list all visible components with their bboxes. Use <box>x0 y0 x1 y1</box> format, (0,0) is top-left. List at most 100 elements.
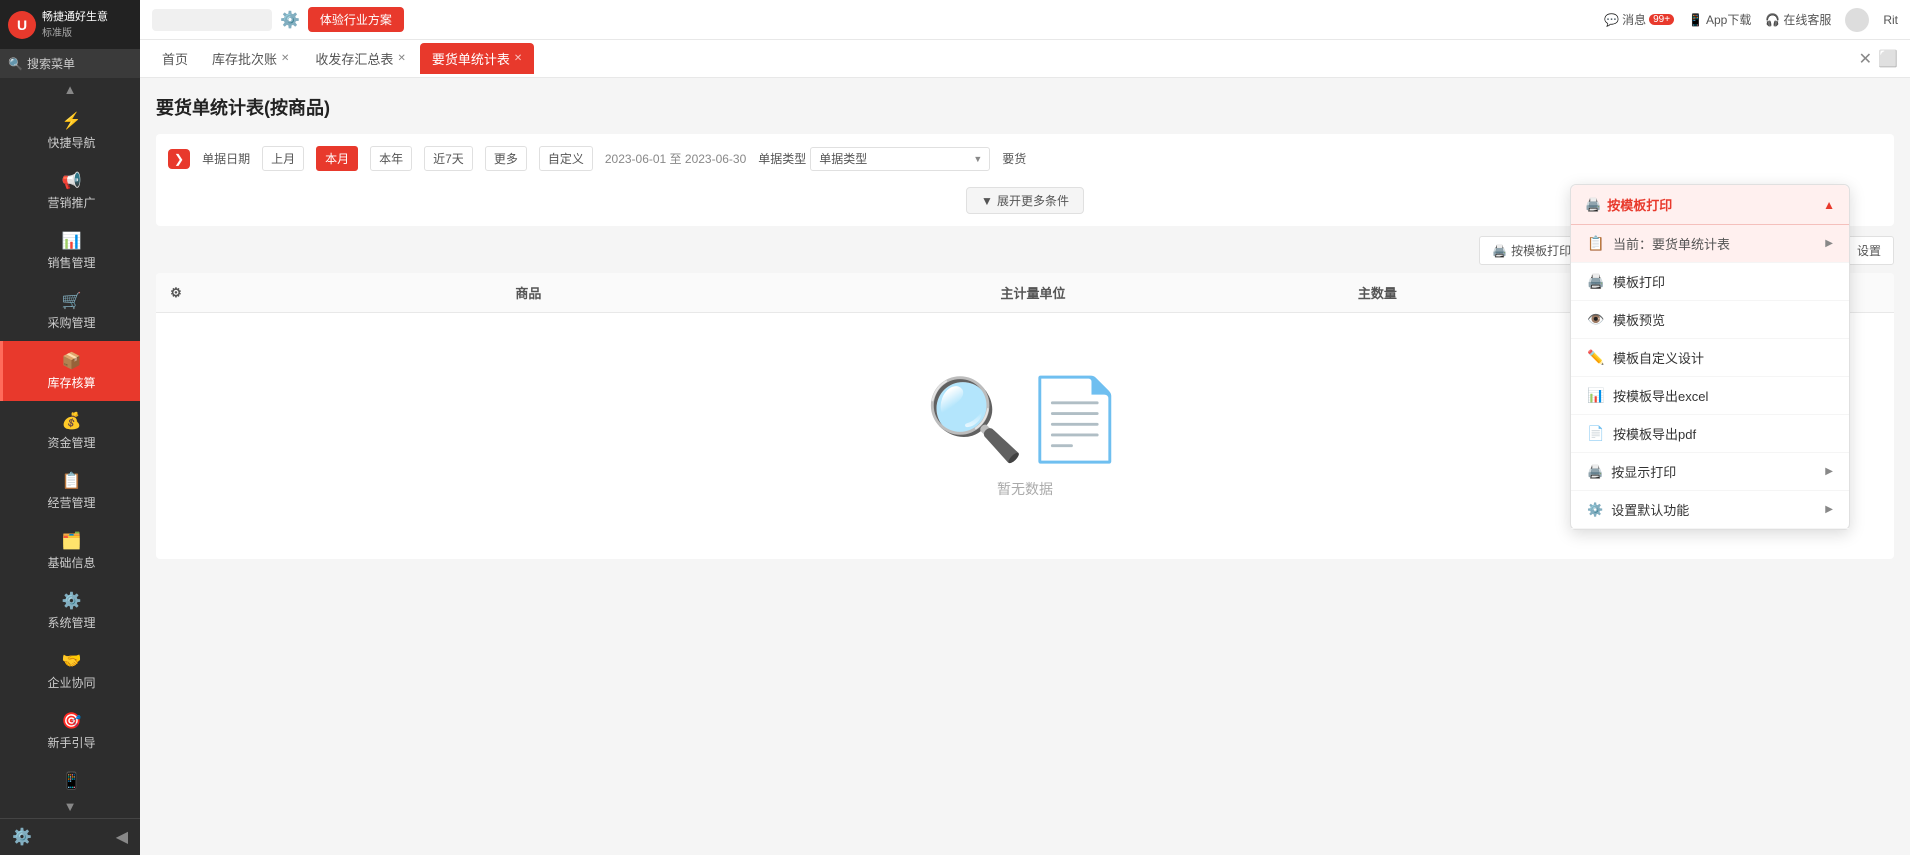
order-type-label: 单据类型 <box>758 150 806 167</box>
sidebar-item-label: 系统管理 <box>47 614 95 631</box>
export-pdf-label: 按模板导出pdf <box>1613 424 1696 443</box>
search-icon: 🔍 <box>8 57 23 71</box>
sidebar-logo: U 畅捷通好生意 标准版 <box>0 0 140 49</box>
template-preview-label: 模板预览 <box>1613 310 1665 329</box>
app-name-block: 畅捷通好生意 标准版 <box>42 10 108 39</box>
sidebar-item-label: 快捷导航 <box>47 134 95 151</box>
topbar-search-input[interactable] <box>152 9 272 31</box>
tab-close-icon[interactable]: ✕ <box>281 53 289 64</box>
dropdown-template-print[interactable]: 🖨️ 模板打印 <box>1571 263 1849 301</box>
message-item[interactable]: 💬 消息 99+ <box>1604 11 1674 28</box>
tab-inventory-batch[interactable]: 库存批次账 ✕ <box>200 43 301 74</box>
sidebar-item-label: 新手引导 <box>47 734 95 751</box>
date-filter-label: 单据日期 <box>202 150 250 167</box>
collapse-icon[interactable]: ◀ <box>116 827 128 847</box>
print-template-icon: 🖨️ <box>1585 197 1601 213</box>
sidebar-item-label: 销售管理 <box>47 254 95 271</box>
order-type-select[interactable]: 单据类型 <box>810 147 990 171</box>
sidebar-scroll-up[interactable]: ▲ <box>0 78 140 101</box>
display-print-arrow: ▶ <box>1825 466 1833 477</box>
sidebar-item-guide[interactable]: 🎯 新手引导 <box>0 701 140 761</box>
tab-maximize-button[interactable]: ⬜ <box>1878 49 1898 69</box>
quick-nav-icon: ⚡ <box>62 111 82 131</box>
app-download-item[interactable]: 📱 App下载 <box>1688 11 1751 28</box>
app-download-label: App下载 <box>1706 11 1751 28</box>
date-current-year-btn[interactable]: 本年 <box>370 146 412 171</box>
set-default-label: 设置默认功能 <box>1611 500 1689 519</box>
sidebar-item-marketing[interactable]: 📢 营销推广 <box>0 161 140 221</box>
sidebar-item-label: 基础信息 <box>47 554 95 571</box>
date-7days-btn[interactable]: 近7天 <box>424 146 473 171</box>
marketing-icon: 📢 <box>62 171 82 191</box>
trial-button[interactable]: 体验行业方案 <box>308 7 404 32</box>
dropdown-template-preview[interactable]: 👁️ 模板预览 <box>1571 301 1849 339</box>
collab-icon: 🤝 <box>62 651 82 671</box>
display-print-label: 按显示打印 <box>1611 462 1676 481</box>
current-item-arrow: ▶ <box>1825 238 1833 249</box>
online-service-label: 在线客服 <box>1783 11 1831 28</box>
sidebar-item-base[interactable]: 🗂️ 基础信息 <box>0 521 140 581</box>
print-template-dropdown: 🖨️ 按模板打印 ▲ 📋 当前：要货单统计表 ▶ 🖨️ 模板打印 👁️ 模板预览… <box>1570 184 1850 530</box>
tab-close-window-button[interactable]: ✕ <box>1859 49 1872 69</box>
date-custom-btn[interactable]: 自定义 <box>539 146 593 171</box>
operations-icon: 📋 <box>62 471 82 491</box>
sidebar-scroll-down[interactable]: ▼ <box>0 795 140 818</box>
tab-close-icon[interactable]: ✕ <box>514 53 522 64</box>
main-area: ⚙️ 体验行业方案 💬 消息 99+ 📱 App下载 🎧 在线客服 Rit 首页 <box>140 0 1910 855</box>
settings-button[interactable]: 设置 <box>1844 236 1894 265</box>
sidebar-item-apps[interactable]: 📱 应用中心 <box>0 761 140 795</box>
page-title: 要货单统计表(按商品) <box>156 94 1894 120</box>
display-print-left: 🖨️ 按显示打印 <box>1587 462 1676 481</box>
tab-label: 要货单统计表 <box>432 49 510 68</box>
tab-close-icon[interactable]: ✕ <box>397 53 405 64</box>
dropdown-current-item[interactable]: 📋 当前：要货单统计表 ▶ <box>1571 225 1849 263</box>
settings-gear-icon[interactable]: ⚙️ <box>280 10 300 30</box>
set-default-icon: ⚙️ <box>1587 502 1603 518</box>
date-more-btn[interactable]: 更多 <box>485 146 527 171</box>
message-badge: 99+ <box>1649 14 1674 25</box>
sidebar-item-collab[interactable]: 🤝 企业协同 <box>0 641 140 701</box>
purchase-icon: 🛒 <box>62 291 82 311</box>
dropdown-export-excel[interactable]: 📊 按模板导出excel <box>1571 377 1849 415</box>
th-product: 商品 <box>196 273 861 312</box>
dropdown-template-design[interactable]: ✏️ 模板自定义设计 <box>1571 339 1849 377</box>
online-service-item[interactable]: 🎧 在线客服 <box>1765 11 1831 28</box>
filter-collapse-button[interactable]: ❯ <box>168 149 190 169</box>
date-range-text: 2023-06-01 至 2023-06-30 <box>605 150 746 167</box>
print-label: 按模板打印 <box>1511 242 1571 259</box>
sidebar-item-purchase[interactable]: 🛒 采购管理 <box>0 281 140 341</box>
tab-label: 库存批次账 <box>212 49 277 68</box>
expand-arrow-icon: ▼ <box>981 194 993 208</box>
order-goods-label: 要货 <box>1002 150 1026 167</box>
sidebar-item-quick-nav[interactable]: ⚡ 快捷导航 <box>0 101 140 161</box>
empty-text: 暂无数据 <box>997 479 1053 499</box>
sidebar-item-sales[interactable]: 📊 销售管理 <box>0 221 140 281</box>
sidebar-nav: ⚡ 快捷导航 📢 营销推广 📊 销售管理 🛒 采购管理 📦 库存核算 💰 资金管… <box>0 101 140 795</box>
sidebar-search[interactable]: 🔍 搜索菜单 <box>0 49 140 78</box>
sidebar-item-system[interactable]: ⚙️ 系统管理 <box>0 581 140 641</box>
tab-order-stats[interactable]: 要货单统计表 ✕ <box>420 43 534 74</box>
settings-icon[interactable]: ⚙️ <box>12 827 32 847</box>
avatar[interactable] <box>1845 8 1869 32</box>
sidebar-item-finance[interactable]: 💰 资金管理 <box>0 401 140 461</box>
dropdown-display-print[interactable]: 🖨️ 按显示打印 ▶ <box>1571 453 1849 491</box>
sidebar-item-operations[interactable]: 📋 经营管理 <box>0 461 140 521</box>
dropdown-title: 🖨️ 按模板打印 <box>1585 195 1672 214</box>
date-prev-month-btn[interactable]: 上月 <box>262 146 304 171</box>
topbar-left: ⚙️ 体验行业方案 <box>152 7 404 32</box>
expand-more-button[interactable]: ▼ 展开更多条件 <box>966 187 1084 214</box>
apps-icon: 📱 <box>62 771 82 791</box>
tab-receivables[interactable]: 收发存汇总表 ✕ <box>303 43 417 74</box>
dropdown-set-default[interactable]: ⚙️ 设置默认功能 ▶ <box>1571 491 1849 529</box>
dropdown-export-pdf[interactable]: 📄 按模板导出pdf <box>1571 415 1849 453</box>
sidebar-item-label: 采购管理 <box>47 314 95 331</box>
date-current-month-btn[interactable]: 本月 <box>316 146 358 171</box>
tab-home[interactable]: 首页 <box>152 43 198 74</box>
dropdown-collapse-icon[interactable]: ▲ <box>1823 198 1835 212</box>
download-icon: 📱 <box>1688 13 1703 27</box>
app-sub: 标准版 <box>42 24 108 39</box>
order-type-filter: 单据类型 单据类型 <box>758 147 990 171</box>
display-print-icon: 🖨️ <box>1587 464 1603 480</box>
sidebar-item-inventory[interactable]: 📦 库存核算 <box>0 341 140 401</box>
tab-actions: ✕ ⬜ <box>1859 49 1898 69</box>
